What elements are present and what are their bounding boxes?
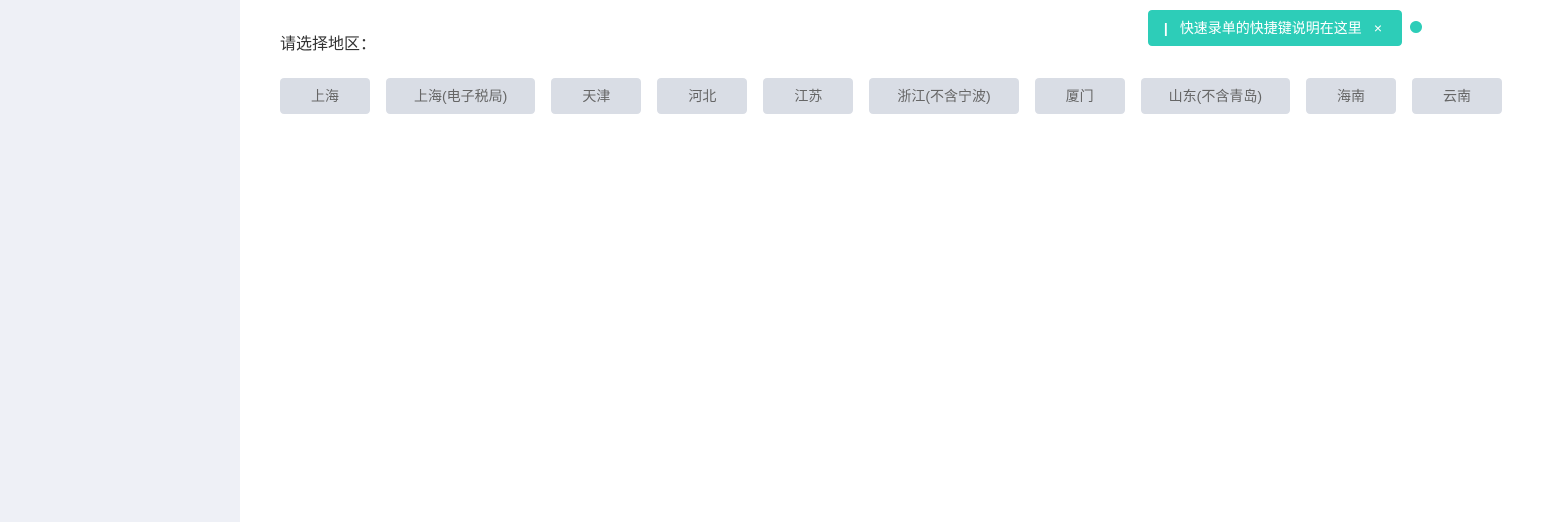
left-sidebar (0, 0, 240, 522)
region-button-hebei[interactable]: 河北 (657, 78, 747, 114)
region-button-jiangsu[interactable]: 江苏 (763, 78, 853, 114)
region-button-xiamen[interactable]: 厦门 (1035, 78, 1125, 114)
region-button-shanghai-etax[interactable]: 上海(电子税局) (386, 78, 535, 114)
region-button-shanghai[interactable]: 上海 (280, 78, 370, 114)
tooltip-banner: 快速录单的快捷键说明在这里 × (1148, 10, 1402, 46)
region-button-zhejiang[interactable]: 浙江(不含宁波) (869, 78, 1018, 114)
region-grid: 上海上海(电子税局) 天津河北江苏浙江(不含宁波) 厦门山东(不含青岛) 海南云南 (280, 78, 1522, 114)
tooltip-dot (1410, 21, 1422, 33)
region-button-shandong[interactable]: 山东(不含青岛) (1141, 78, 1290, 114)
region-button-tianjin[interactable]: 天津 (551, 78, 641, 114)
main-content: 请选择地区： 上海上海(电子税局)天津河北江苏浙江(不含宁波)厦门山东(不含青岛… (240, 0, 1562, 522)
tooltip-text: 快速录单的快捷键说明在这里 (1180, 18, 1362, 38)
region-button-hainan[interactable]: 海南 (1306, 78, 1396, 114)
tooltip-close-button[interactable]: × (1370, 20, 1386, 36)
region-button-yunnan[interactable]: 云南 (1412, 78, 1502, 114)
